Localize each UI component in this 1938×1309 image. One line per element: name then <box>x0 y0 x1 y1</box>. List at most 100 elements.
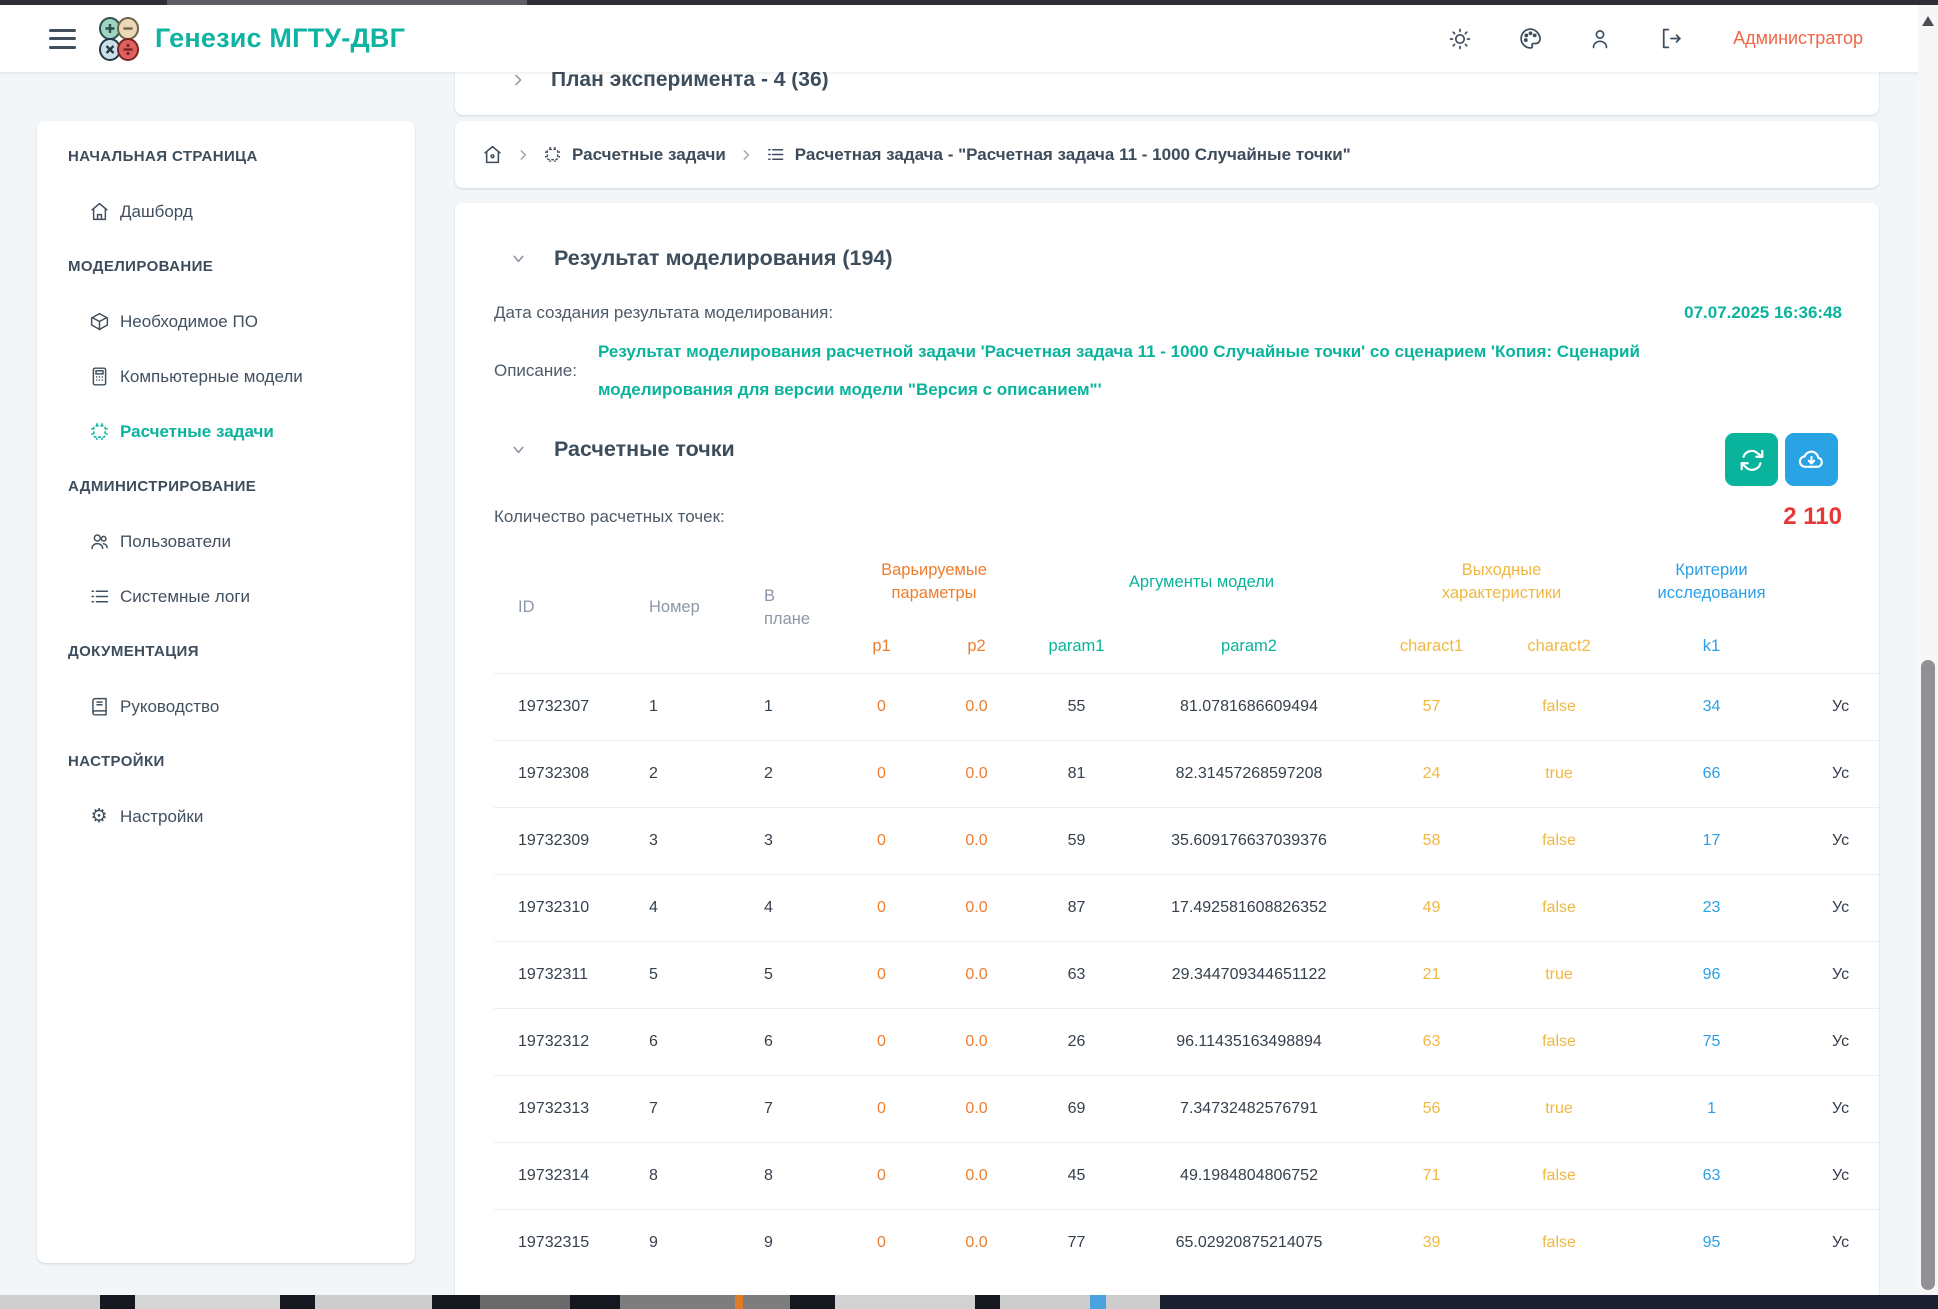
cell-k1: 75 <box>1629 1007 1795 1075</box>
cell-charact2: false <box>1489 1208 1630 1276</box>
table-row[interactable]: 19732314 8 8 0 0.0 45 49.1984804806752 7… <box>494 1141 1879 1209</box>
page-body: НАЧАЛЬНАЯ СТРАНИЦА Дашборд МОДЕЛИРОВАНИЕ… <box>0 72 1918 1295</box>
refresh-button[interactable] <box>1725 433 1778 486</box>
group-header-criteria: Критерии исследования <box>1657 561 1766 602</box>
breadcrumb-calc-task-current[interactable]: Расчетная задача - "Расчетная задача 11 … <box>766 145 1351 165</box>
chevron-down-icon[interactable] <box>510 250 527 267</box>
table-row[interactable]: 19732310 4 4 0 0.0 87 17.492581608826352… <box>494 873 1879 941</box>
sidebar-item-computer-models[interactable]: Компьютерные модели <box>37 349 415 404</box>
sidebar-section-modeling: МОДЕЛИРОВАНИЕ <box>68 258 214 275</box>
cell-id: 19732312 <box>494 1007 609 1075</box>
breadcrumb-home[interactable] <box>482 144 503 165</box>
cell-p2: 0.0 <box>924 873 1029 941</box>
user-profile-icon[interactable] <box>1587 26 1613 52</box>
col-header-num: Номер <box>649 598 700 617</box>
cell-charact2: false <box>1489 1141 1630 1209</box>
cell-charact2: true <box>1489 940 1630 1008</box>
calculator-icon <box>88 366 110 388</box>
sidebar-item-dashboard[interactable]: Дашборд <box>37 184 415 239</box>
chevron-down-icon[interactable] <box>510 441 527 458</box>
cell-param2: 29.344709344651122 <box>1124 940 1375 1008</box>
cell-id: 19732308 <box>494 739 609 807</box>
sidebar-item-label: Настройки <box>120 806 204 826</box>
cell-p2: 0.0 <box>924 1007 1029 1075</box>
sidebar-item-system-logs[interactable]: Системные логи <box>37 569 415 624</box>
table-row[interactable]: 19732312 6 6 0 0.0 26 96.11435163498894 … <box>494 1007 1879 1075</box>
cell-charact1: 39 <box>1374 1208 1490 1276</box>
theme-sun-icon[interactable] <box>1447 26 1473 52</box>
current-user-label[interactable]: Администратор <box>1709 28 1863 49</box>
cpu-icon <box>544 146 561 163</box>
date-created-label: Дата создания результата моделирования: <box>494 303 834 322</box>
date-created-value: 07.07.2025 16:36:48 <box>1684 303 1842 322</box>
chevron-right-icon[interactable] <box>510 72 526 88</box>
col-header-extra <box>1794 543 1879 673</box>
cell-plan: 4 <box>709 873 839 941</box>
logout-icon[interactable] <box>1657 26 1683 52</box>
cell-plan: 9 <box>709 1208 839 1276</box>
sidebar-item-label: Расчетные задачи <box>120 421 274 441</box>
cell-extra: Ус <box>1794 1007 1879 1075</box>
cell-param1: 81 <box>1029 739 1124 807</box>
plan-experiment-card: План эксперимента - 4 (36) <box>455 72 1879 115</box>
cell-p2: 0.0 <box>924 1208 1029 1276</box>
cell-extra: Ус <box>1794 806 1879 874</box>
menu-toggle-icon[interactable] <box>49 28 76 49</box>
sidebar-item-settings[interactable]: ⚙ Настройки <box>37 789 415 844</box>
cell-num: 4 <box>609 873 709 941</box>
group-header-varied-params: Варьируемые параметры <box>881 561 987 602</box>
book-icon <box>88 696 110 718</box>
cell-k1: 95 <box>1629 1208 1795 1276</box>
refresh-icon <box>1740 449 1763 471</box>
home-icon <box>484 145 501 164</box>
sidebar-item-users[interactable]: Пользователи <box>37 514 415 569</box>
cell-id: 19732310 <box>494 873 609 941</box>
sidebar-item-calc-tasks[interactable]: Расчетные задачи <box>37 404 415 459</box>
download-button[interactable] <box>1785 433 1838 486</box>
sidebar-item-software[interactable]: Необходимое ПО <box>37 294 415 349</box>
col-header-param1: param1 <box>1048 637 1105 656</box>
sidebar-section-admin: АДМИНИСТРИРОВАНИЕ <box>68 478 257 495</box>
cell-plan: 8 <box>709 1141 839 1209</box>
chevron-right-icon <box>516 148 530 162</box>
cell-extra: Ус <box>1794 873 1879 941</box>
cell-param2: 49.1984804806752 <box>1124 1141 1375 1209</box>
breadcrumb-calc-tasks[interactable]: Расчетные задачи <box>543 145 726 165</box>
col-header-p2: p2 <box>967 637 986 656</box>
table-row[interactable]: 19732309 3 3 0 0.0 59 35.609176637039376… <box>494 806 1879 874</box>
col-header-id: ID <box>518 598 535 617</box>
home-icon <box>88 201 110 223</box>
cell-param1: 69 <box>1029 1074 1124 1142</box>
table-row[interactable]: 19732307 1 1 0 0.0 55 81.0781686609494 5… <box>494 672 1879 740</box>
cell-p2: 0.0 <box>924 1141 1029 1209</box>
cell-extra: Ус <box>1794 739 1879 807</box>
table-row[interactable]: 19732313 7 7 0 0.0 69 7.34732482576791 5… <box>494 1074 1879 1142</box>
scrollbar-thumb[interactable] <box>1921 660 1935 1290</box>
breadcrumb-label: Расчетная задача - "Расчетная задача 11 … <box>794 144 1351 164</box>
cloud-download-icon <box>1798 450 1823 468</box>
table-row[interactable]: 19732315 9 9 0 0.0 77 65.02920875214075 … <box>494 1208 1879 1276</box>
table-row[interactable]: 19732308 2 2 0 0.0 81 82.31457268597208 … <box>494 739 1879 807</box>
palette-icon[interactable] <box>1517 26 1543 52</box>
cell-p2: 0.0 <box>924 806 1029 874</box>
cell-plan: 3 <box>709 806 839 874</box>
cell-extra: Ус <box>1794 1074 1879 1142</box>
cell-k1: 96 <box>1629 940 1795 1008</box>
scroll-up-arrow-icon[interactable] <box>1922 16 1934 26</box>
description-label: Описание: <box>494 361 577 380</box>
cell-charact2: true <box>1489 739 1630 807</box>
vertical-scrollbar[interactable] <box>1918 0 1938 1309</box>
cell-p1: 0 <box>839 739 924 807</box>
cell-id: 19732311 <box>494 940 609 1008</box>
points-section-title: Расчетные точки <box>554 436 735 461</box>
cell-charact1: 71 <box>1374 1141 1490 1209</box>
cell-charact1: 57 <box>1374 672 1490 740</box>
cell-p1: 0 <box>839 806 924 874</box>
sidebar-item-manual[interactable]: Руководство <box>37 679 415 734</box>
list-icon <box>767 149 784 160</box>
points-count-label: Количество расчетных точек: <box>494 507 725 526</box>
table-row[interactable]: 19732311 5 5 0 0.0 63 29.344709344651122… <box>494 940 1879 1008</box>
cell-param2: 17.492581608826352 <box>1124 873 1375 941</box>
group-header-model-args: Аргументы модели <box>1128 572 1275 591</box>
app-logo[interactable] <box>96 16 142 62</box>
